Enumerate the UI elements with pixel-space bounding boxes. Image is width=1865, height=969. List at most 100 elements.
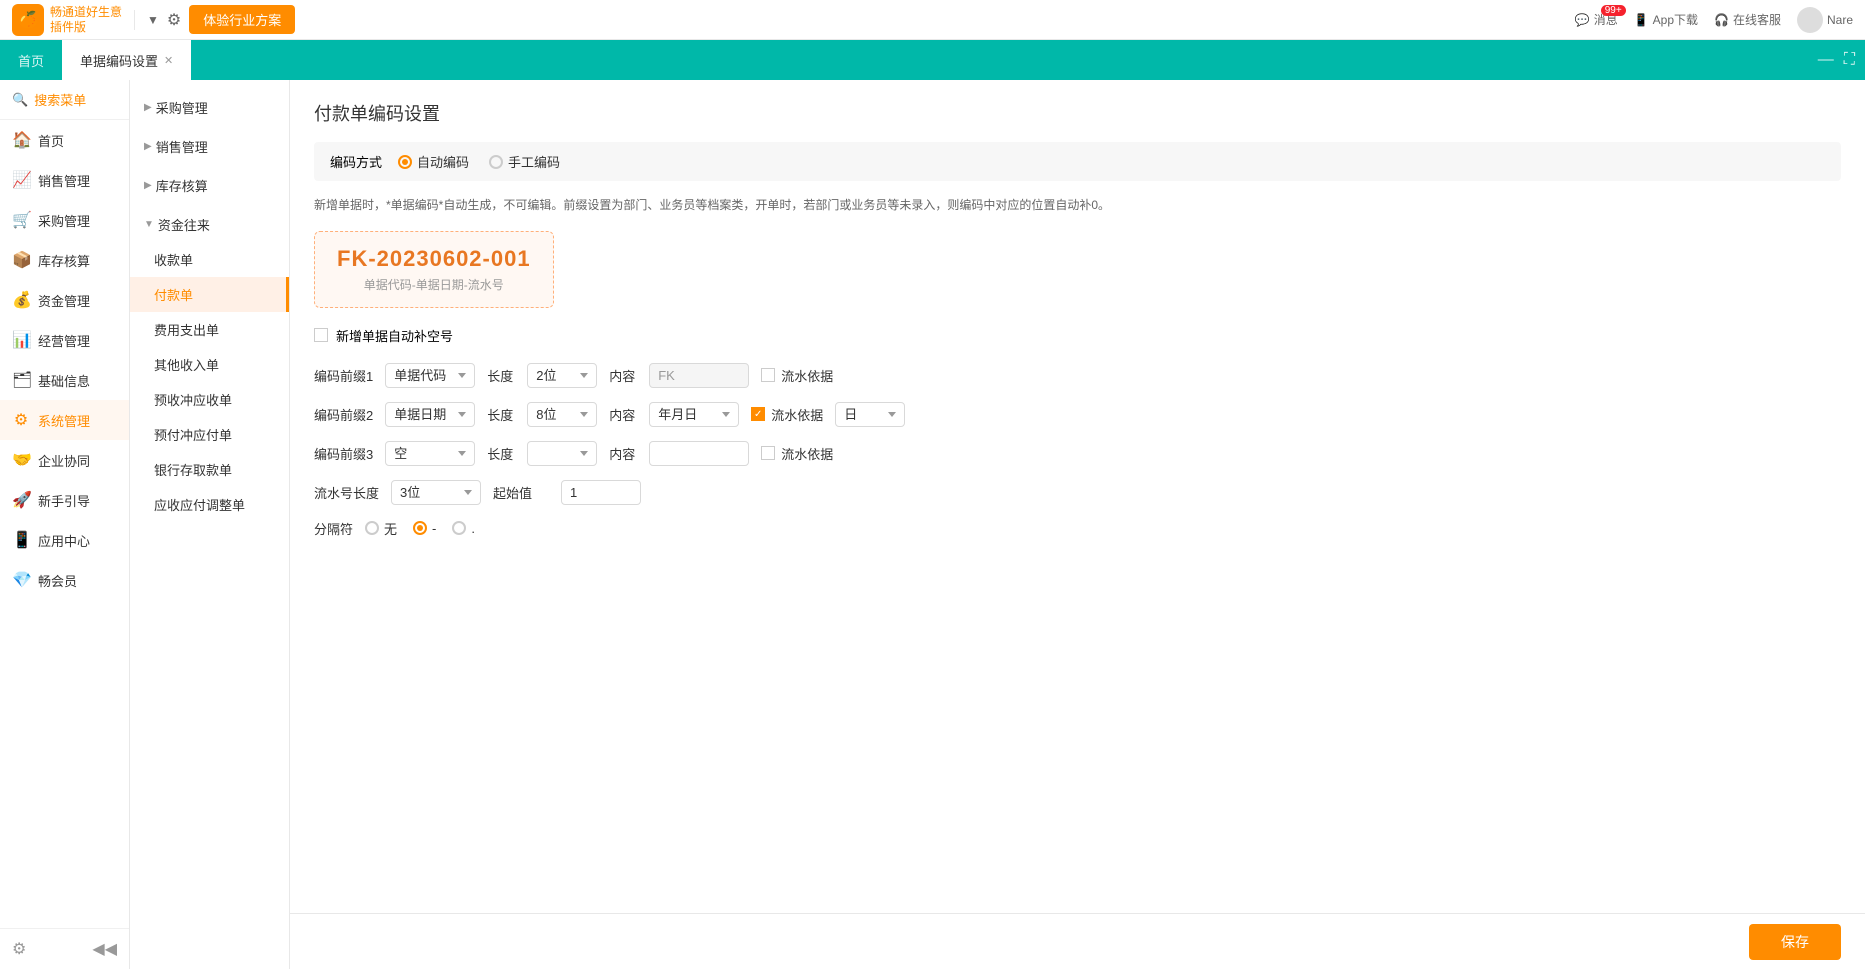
sep-none-dot xyxy=(365,521,379,535)
example-box: FK-20230602-001 单据代码-单据日期-流水号 xyxy=(314,231,554,308)
search-menu[interactable]: 🔍 搜索菜单 xyxy=(0,80,129,120)
sub-item-expense[interactable]: 费用支出单 xyxy=(130,312,289,347)
serial-row: 流水号长度 3位 起始值 xyxy=(314,480,1841,505)
prefix-row-1: 编码前缀1 单据代码 长度 2位 内容 流水依据 xyxy=(314,363,1841,388)
sidebar-item-home[interactable]: 🏠 首页 xyxy=(0,120,129,160)
sidebar-item-inventory[interactable]: 📦 库存核算 xyxy=(0,240,129,280)
prefix3-content-input[interactable] xyxy=(649,441,749,466)
start-value-input[interactable] xyxy=(561,480,641,505)
prefix2-content-select[interactable]: 年月日 xyxy=(649,402,739,427)
sub-group-sales: ▶ 销售管理 xyxy=(130,129,289,164)
auto-encode-radio[interactable]: 自动编码 xyxy=(398,152,469,171)
prefix1-select[interactable]: 单据代码 xyxy=(385,363,475,388)
sub-item-other-income[interactable]: 其他收入单 xyxy=(130,347,289,382)
topbar-right: 💬 消息 99+ 📱 App下载 🎧 在线客服 Nare xyxy=(1575,7,1853,33)
prefix1-waterflow-checkbox[interactable] xyxy=(761,368,775,382)
prefix2-label: 编码前缀2 xyxy=(314,405,373,424)
prefix3-select[interactable]: 空 xyxy=(385,441,475,466)
sub-item-payment[interactable]: 付款单 xyxy=(130,277,289,312)
topbar-nav[interactable]: ▼ xyxy=(147,13,159,27)
sep-dot-radio[interactable]: . xyxy=(452,521,475,536)
auto-fill-row: 新增单据自动补空号 xyxy=(314,326,1841,345)
sidebar: 🔍 搜索菜单 🏠 首页 📈 销售管理 🛒 采购管理 📦 库存核算 💰 资金管理 … xyxy=(0,80,130,969)
online-service-button[interactable]: 🎧 在线客服 xyxy=(1714,11,1781,28)
sep-dot-dot xyxy=(452,521,466,535)
tab-home[interactable]: 首页 xyxy=(0,40,62,80)
sub-item-bank[interactable]: 银行存取款单 xyxy=(130,452,289,487)
tab-encode-settings[interactable]: 单据编码设置 ✕ xyxy=(62,40,191,80)
trial-button[interactable]: 体验行业方案 xyxy=(189,5,295,34)
sidebar-item-purchase[interactable]: 🛒 采购管理 xyxy=(0,200,129,240)
main-page: 付款单编码设置 编码方式 自动编码 手工编码 xyxy=(290,80,1865,913)
sidebar-item-guide[interactable]: 🚀 新手引导 xyxy=(0,480,129,520)
serial-length-select[interactable]: 3位 xyxy=(391,480,481,505)
encode-radio-group: 自动编码 手工编码 xyxy=(398,152,560,171)
sidebar-item-membership[interactable]: 💎 畅会员 xyxy=(0,560,129,600)
user-avatar[interactable]: Nare xyxy=(1797,7,1853,33)
settings-icon[interactable]: ⚙ xyxy=(167,10,181,30)
sidebar-item-operations[interactable]: 📊 经营管理 xyxy=(0,320,129,360)
page-title: 付款单编码设置 xyxy=(314,100,1841,126)
chevron-right-icon: ▶ xyxy=(144,141,152,152)
serial-length-label: 流水号长度 xyxy=(314,483,379,502)
sub-item-prepay-offset[interactable]: 预收冲应收单 xyxy=(130,382,289,417)
gear-bottom-icon[interactable]: ⚙ xyxy=(12,939,26,959)
logo-text: 畅通道好生意 插件版 xyxy=(50,5,122,34)
sidebar-item-enterprise[interactable]: 🤝 企业协同 xyxy=(0,440,129,480)
sidebar-item-sales[interactable]: 📈 销售管理 xyxy=(0,160,129,200)
prefix2-select[interactable]: 单据日期 xyxy=(385,402,475,427)
sub-item-adjust[interactable]: 应收应付调整单 xyxy=(130,487,289,522)
app-download-button[interactable]: 📱 App下载 xyxy=(1634,11,1698,28)
prefix1-content-input xyxy=(649,363,749,388)
prefix1-label: 编码前缀1 xyxy=(314,366,373,385)
sidebar-item-apps[interactable]: 📱 应用中心 xyxy=(0,520,129,560)
sub-group-purchase-title[interactable]: ▶ 采购管理 xyxy=(130,90,289,125)
sub-group-sales-title[interactable]: ▶ 销售管理 xyxy=(130,129,289,164)
chevron-right-icon: ▶ xyxy=(144,180,152,191)
sidebar-item-system[interactable]: ⚙ 系统管理 xyxy=(0,400,129,440)
topbar-separator xyxy=(134,10,135,30)
system-icon: ⚙ xyxy=(12,410,30,430)
sub-item-receipt[interactable]: 收款单 xyxy=(130,242,289,277)
prefix1-length-label: 长度 xyxy=(487,366,515,385)
encode-method-label: 编码方式 xyxy=(330,152,382,171)
window-minimize-icon[interactable]: — xyxy=(1818,51,1834,69)
prefix1-length-select[interactable]: 2位 xyxy=(527,363,597,388)
sub-group-capital: ▼ 资金往来 收款单 付款单 费用支出单 其他收入单 预收冲应收单 预付冲应付单… xyxy=(130,207,289,522)
sub-group-purchase: ▶ 采购管理 xyxy=(130,90,289,125)
prefix2-waterflow-checkbox[interactable]: ✓ xyxy=(751,407,765,421)
manual-encode-dot xyxy=(489,155,503,169)
sales-icon: 📈 xyxy=(12,170,30,190)
sidebar-item-basic-info[interactable]: 🗂 基础信息 xyxy=(0,360,129,400)
message-button[interactable]: 💬 消息 99+ xyxy=(1575,11,1618,28)
prefix2-content-label: 内容 xyxy=(609,405,637,424)
enterprise-icon: 🤝 xyxy=(12,450,30,470)
prefix3-length-select[interactable] xyxy=(527,441,597,466)
prefix1-waterflow-label[interactable]: 流水依据 xyxy=(761,366,833,385)
window-maximize-icon[interactable]: ⛶ xyxy=(1844,51,1855,69)
main-layout: 🔍 搜索菜单 🏠 首页 📈 销售管理 🛒 采购管理 📦 库存核算 💰 资金管理 … xyxy=(0,80,1865,969)
prefix2-period-select[interactable]: 日 xyxy=(835,402,905,427)
prefix2-length-select[interactable]: 8位 xyxy=(527,402,597,427)
sep-none-radio[interactable]: 无 xyxy=(365,519,397,538)
collapse-icon[interactable]: ◀◀ xyxy=(92,939,117,959)
prefix3-waterflow-checkbox[interactable] xyxy=(761,446,775,460)
sep-dash-radio[interactable]: - xyxy=(413,521,436,536)
prefix2-waterflow-label[interactable]: ✓ 流水依据 xyxy=(751,405,823,424)
prefix3-label: 编码前缀3 xyxy=(314,444,373,463)
auto-fill-checkbox[interactable] xyxy=(314,328,328,342)
sub-group-capital-title[interactable]: ▼ 资金往来 xyxy=(130,207,289,242)
tab-close-icon[interactable]: ✕ xyxy=(164,54,173,67)
prefix1-content-label: 内容 xyxy=(609,366,637,385)
inventory-icon: 📦 xyxy=(12,250,30,270)
sidebar-item-finance[interactable]: 💰 资金管理 xyxy=(0,280,129,320)
separator-radio-group: 无 - . xyxy=(365,519,475,538)
sub-item-prepay-offset2[interactable]: 预付冲应付单 xyxy=(130,417,289,452)
purchase-icon: 🛒 xyxy=(12,210,30,230)
save-button[interactable]: 保存 xyxy=(1749,924,1841,960)
sub-group-inventory-title[interactable]: ▶ 库存核算 xyxy=(130,168,289,203)
avatar xyxy=(1797,7,1823,33)
prefix3-waterflow-label[interactable]: 流水依据 xyxy=(761,444,833,463)
logo: 🍊 畅通道好生意 插件版 xyxy=(12,4,122,36)
manual-encode-radio[interactable]: 手工编码 xyxy=(489,152,560,171)
